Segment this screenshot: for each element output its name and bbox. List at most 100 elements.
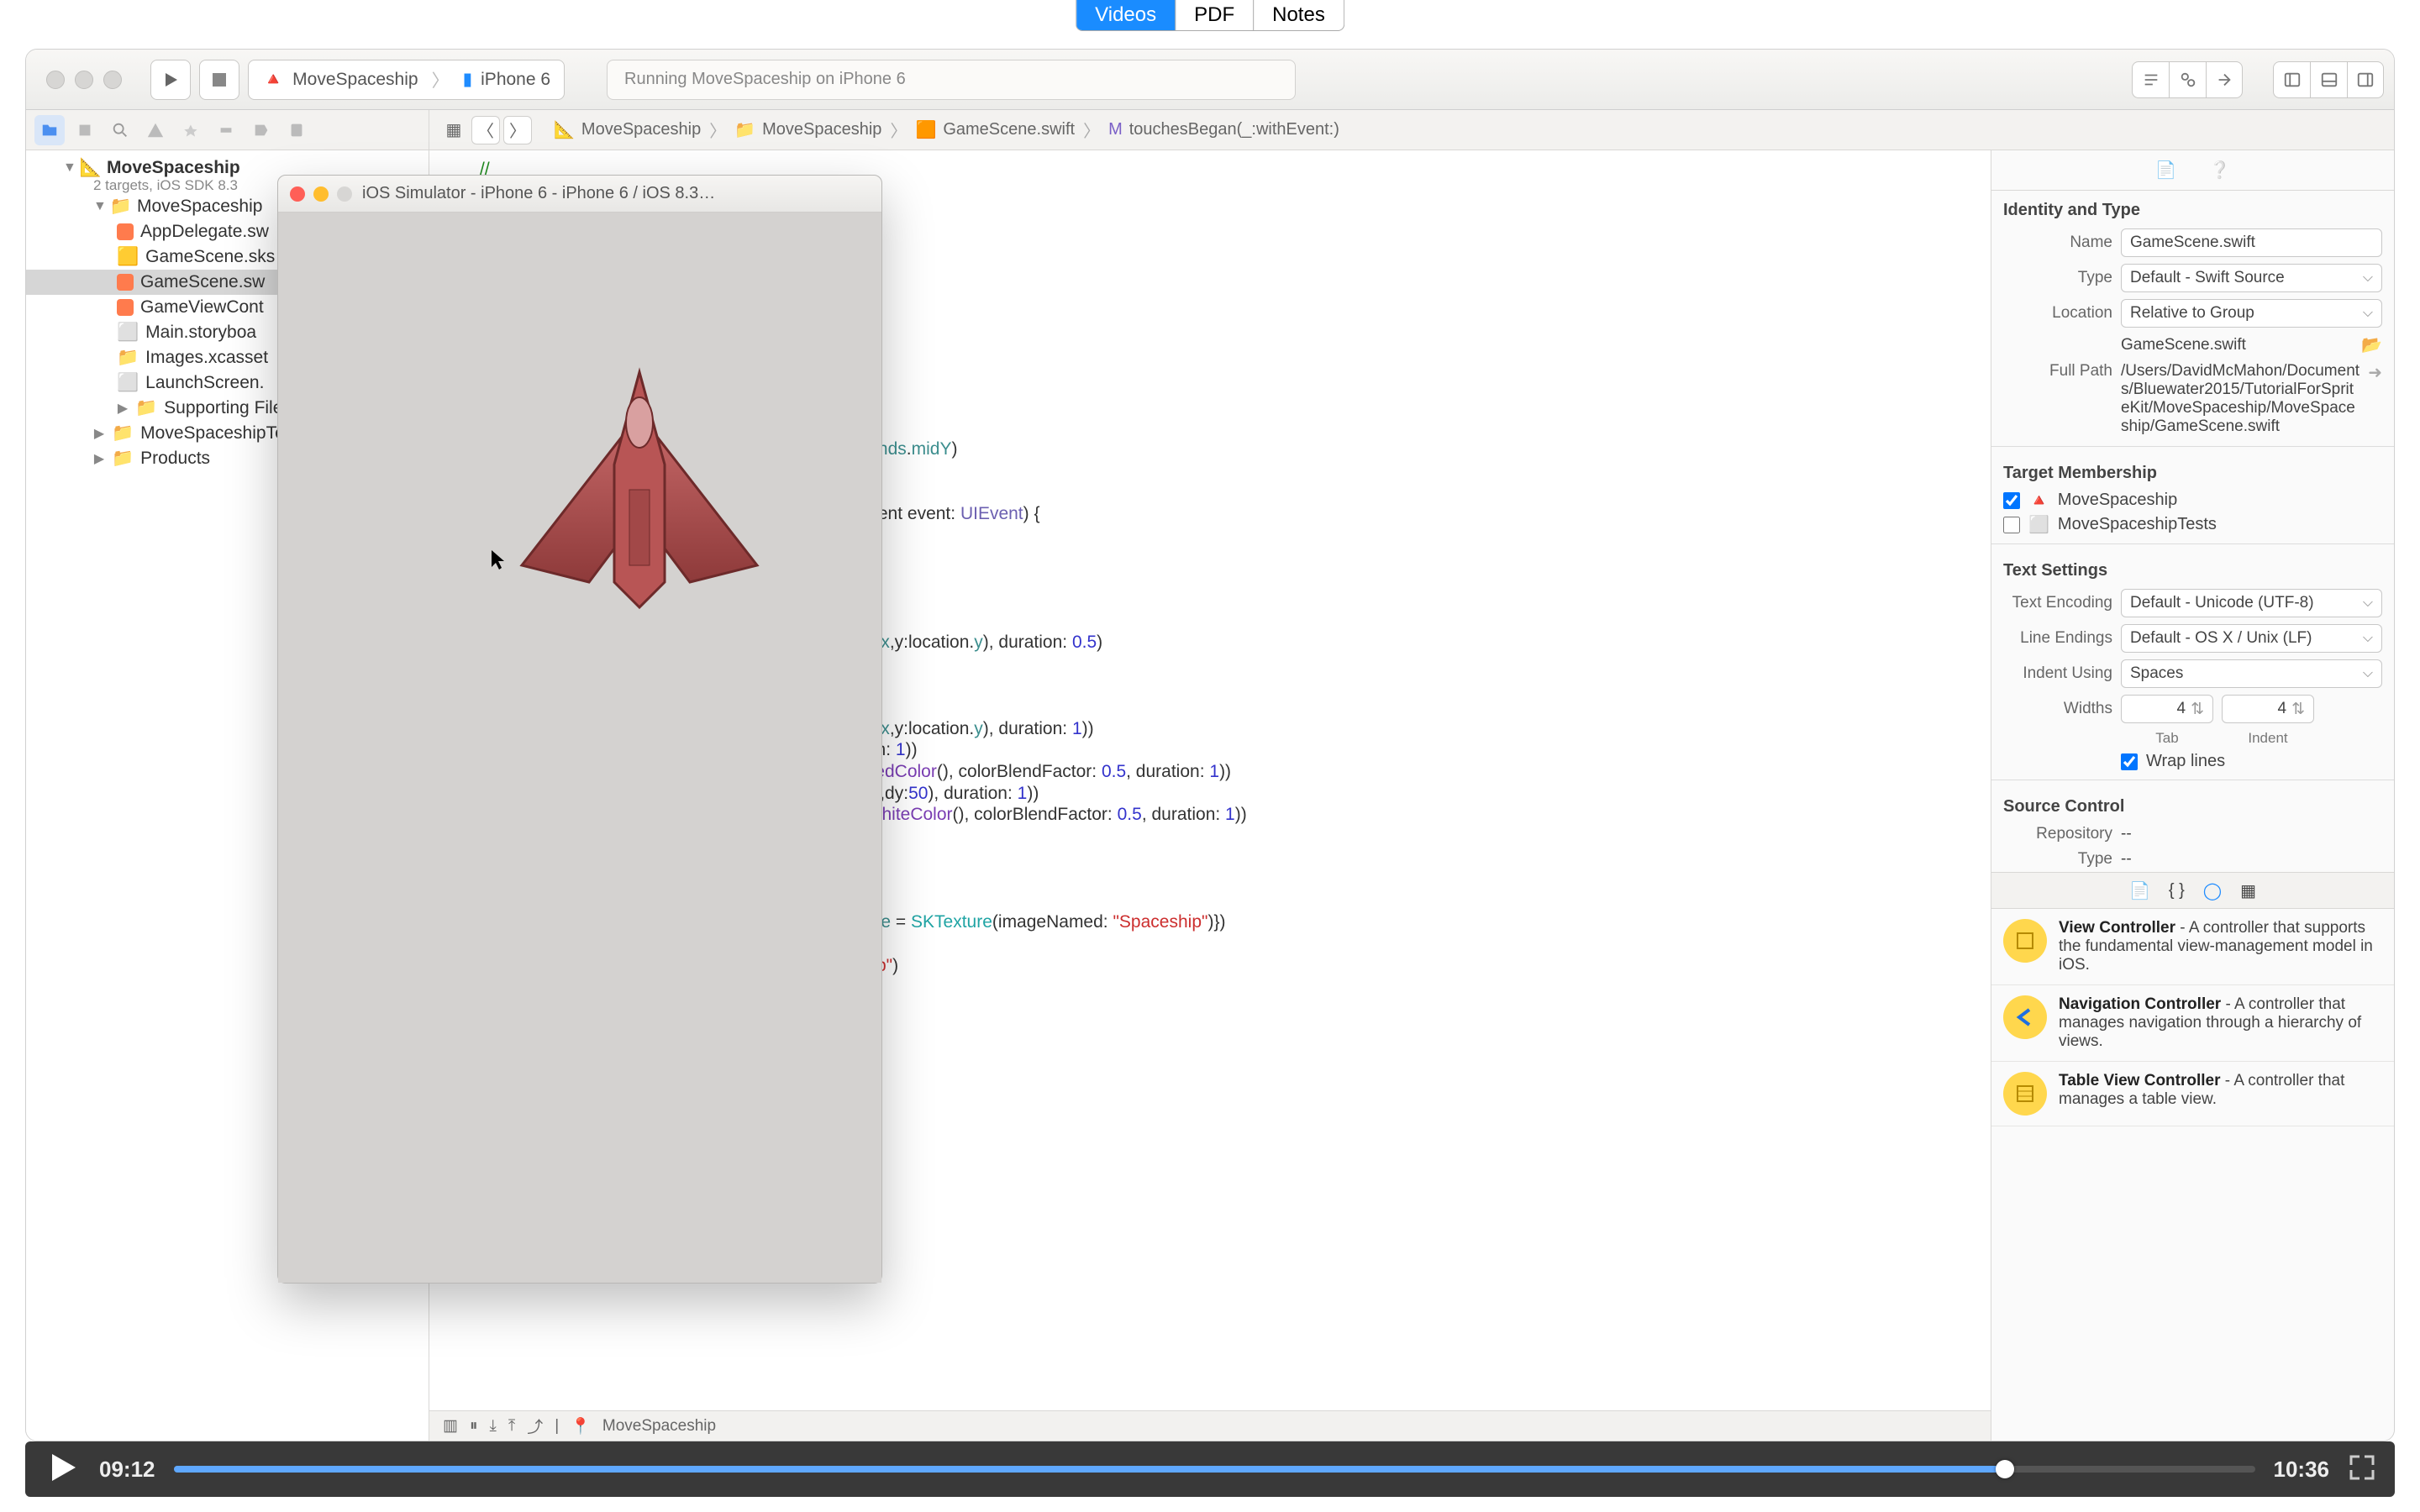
related-files-icon[interactable]: ▦ [439, 116, 468, 144]
jump-seg-symbol[interactable]: touchesBegan(_:withEvent:) [1129, 120, 1339, 139]
object-lib-icon[interactable]: ◯ [2203, 880, 2222, 901]
report-navigator-icon[interactable] [281, 115, 312, 145]
scheme-device-icon: ▮ [463, 69, 473, 90]
issue-navigator-icon[interactable] [140, 115, 171, 145]
library-tabs: 📄 { } ◯ ▦ [1991, 872, 2394, 909]
fullpath-value: /Users/DavidMcMahon/Documents/Bluewater2… [2121, 362, 2360, 436]
encoding-select[interactable]: Default - Unicode (UTF-8) [2121, 589, 2382, 617]
choose-path-icon[interactable]: 📂 [2361, 334, 2382, 355]
jump-back-icon[interactable]: 〈 [471, 116, 500, 144]
scheme-app-icon: 🔺 [262, 70, 284, 90]
version-editor-button[interactable] [2206, 61, 2243, 98]
jump-method-icon: M [1108, 120, 1123, 139]
tab-videos[interactable]: Videos [1076, 0, 1176, 30]
find-navigator-icon[interactable] [105, 115, 135, 145]
name-field[interactable]: GameScene.swift [2121, 228, 2382, 257]
stop-button[interactable] [199, 60, 239, 100]
target-tests[interactable]: ⬜MoveSpaceshipTests [1991, 512, 2394, 537]
symbol-navigator-icon[interactable] [70, 115, 100, 145]
name-label: Name [2003, 234, 2112, 252]
tab-pdf[interactable]: PDF [1176, 0, 1254, 30]
lineendings-select[interactable]: Default - OS X / Unix (LF) [2121, 624, 2382, 653]
source-control-title: Source Control [1991, 787, 2394, 822]
file-inspector-icon[interactable]: 📄 [2152, 156, 2181, 185]
ios-simulator-window[interactable]: iOS Simulator - iPhone 6 - iPhone 6 / iO… [277, 175, 882, 1284]
simulator-screen[interactable] [278, 213, 881, 1283]
progress-track[interactable] [174, 1466, 2255, 1473]
scheme-device-label: iPhone 6 [481, 70, 550, 90]
jump-nav: ▦ 〈 〉 [439, 116, 532, 144]
traffic-min-icon[interactable] [75, 71, 93, 89]
jump-seg-group[interactable]: MoveSpaceship [762, 120, 881, 139]
sctype-value: -- [2121, 850, 2382, 869]
debug-navigator-icon[interactable] [211, 115, 241, 145]
run-button[interactable] [150, 60, 191, 100]
toggle-navigator-button[interactable] [2273, 61, 2310, 98]
indentusing-label: Indent Using [2003, 664, 2112, 683]
project-navigator-icon[interactable] [34, 115, 65, 145]
simulator-title-text: iOS Simulator - iPhone 6 - iPhone 6 / iO… [362, 184, 715, 203]
wrap-lines-check[interactable]: Wrap lines [1991, 750, 2394, 773]
progress-fill [174, 1466, 2006, 1473]
lib-navigation-controller[interactable]: Navigation Controller - A controller tha… [1991, 985, 2394, 1062]
indent-sublabel: Indent [2222, 730, 2314, 747]
panel-toggle-group [2273, 61, 2384, 98]
simulator-titlebar[interactable]: iOS Simulator - iPhone 6 - iPhone 6 / iO… [278, 176, 881, 213]
type-select[interactable]: Default - Swift Source [2121, 264, 2382, 292]
breakpoint-navigator-icon[interactable] [246, 115, 276, 145]
sim-close-icon[interactable] [290, 186, 305, 202]
target-chk-main[interactable] [2003, 492, 2020, 509]
scheme-separator: 〉 [432, 67, 450, 92]
debug-bar[interactable]: ▥⏸⤓⤒⤴|📍 MoveSpaceship [429, 1410, 1991, 1441]
sim-min-icon[interactable] [313, 186, 329, 202]
toggle-utilities-button[interactable] [2347, 61, 2384, 98]
lib-table-view-controller[interactable]: Table View Controller - A controller tha… [1991, 1062, 2394, 1126]
progress-knob[interactable] [1996, 1460, 2014, 1478]
sim-zoom-icon[interactable] [337, 186, 352, 202]
reveal-path-icon[interactable]: ➜ [2368, 362, 2382, 383]
test-navigator-icon[interactable] [176, 115, 206, 145]
media-lib-icon[interactable]: ▦ [2240, 880, 2256, 901]
tab-sublabel: Tab [2121, 730, 2213, 747]
target-movespaceship[interactable]: 🔺MoveSpaceship [1991, 488, 2394, 512]
target-chk-tests[interactable] [2003, 517, 2020, 533]
navigator-selector [26, 110, 429, 150]
navcontroller-icon [2003, 995, 2047, 1039]
text-settings-title: Text Settings [1991, 551, 2394, 585]
activity-status-text: Running MoveSpaceship on iPhone 6 [624, 70, 906, 89]
type-label: Type [2003, 269, 2112, 287]
jump-seg-file[interactable]: GameScene.swift [943, 120, 1075, 139]
tab-notes[interactable]: Notes [1254, 0, 1344, 30]
fullscreen-button[interactable] [2348, 1453, 2376, 1486]
jump-bar[interactable]: ▦ 〈 〉 📐MoveSpaceship 〉 📁MoveSpaceship 〉 … [429, 110, 2394, 150]
widths-label: Widths [2003, 700, 2112, 718]
toggle-debug-button[interactable] [2310, 61, 2347, 98]
window-traffic-lights [46, 71, 122, 89]
fullpath-label: Full Path [2003, 362, 2112, 381]
jump-seg-project[interactable]: MoveSpaceship [581, 120, 701, 139]
snippet-lib-icon[interactable]: { } [2169, 881, 2185, 900]
lib-view-controller[interactable]: View Controller - A controller that supp… [1991, 909, 2394, 985]
object-library[interactable]: View Controller - A controller that supp… [1991, 909, 2394, 1441]
scheme-selector[interactable]: 🔺 MoveSpaceship 〉 ▮ iPhone 6 [248, 60, 565, 100]
traffic-zoom-icon[interactable] [103, 71, 122, 89]
assistant-editor-button[interactable] [2169, 61, 2206, 98]
tab-width-stepper[interactable]: 4⇅ [2121, 695, 2213, 723]
wrap-lines-checkbox[interactable] [2121, 753, 2138, 770]
file-template-lib-icon[interactable]: 📄 [2129, 880, 2150, 901]
total-time: 10:36 [2274, 1457, 2330, 1483]
location-select[interactable]: Relative to Group [2121, 299, 2382, 328]
xcode-toolbar: 🔺 MoveSpaceship 〉 ▮ iPhone 6 Running Mov… [26, 50, 2394, 110]
play-button[interactable] [44, 1449, 81, 1490]
lineendings-label: Line Endings [2003, 629, 2112, 648]
quick-help-icon[interactable]: ❔ [2206, 156, 2234, 185]
jump-fwd-icon[interactable]: 〉 [503, 116, 532, 144]
traffic-close-icon[interactable] [46, 71, 65, 89]
indent-width-stepper[interactable]: 4⇅ [2222, 695, 2314, 723]
standard-editor-button[interactable] [2132, 61, 2169, 98]
inspector-tabs: 📄 ❔ [1991, 150, 2394, 191]
indentusing-select[interactable]: Spaces [2121, 659, 2382, 688]
location-label: Location [2003, 304, 2112, 323]
utilities-panel: 📄 ❔ Identity and Type NameGameScene.swif… [1991, 150, 2394, 1441]
current-time: 09:12 [99, 1457, 155, 1483]
